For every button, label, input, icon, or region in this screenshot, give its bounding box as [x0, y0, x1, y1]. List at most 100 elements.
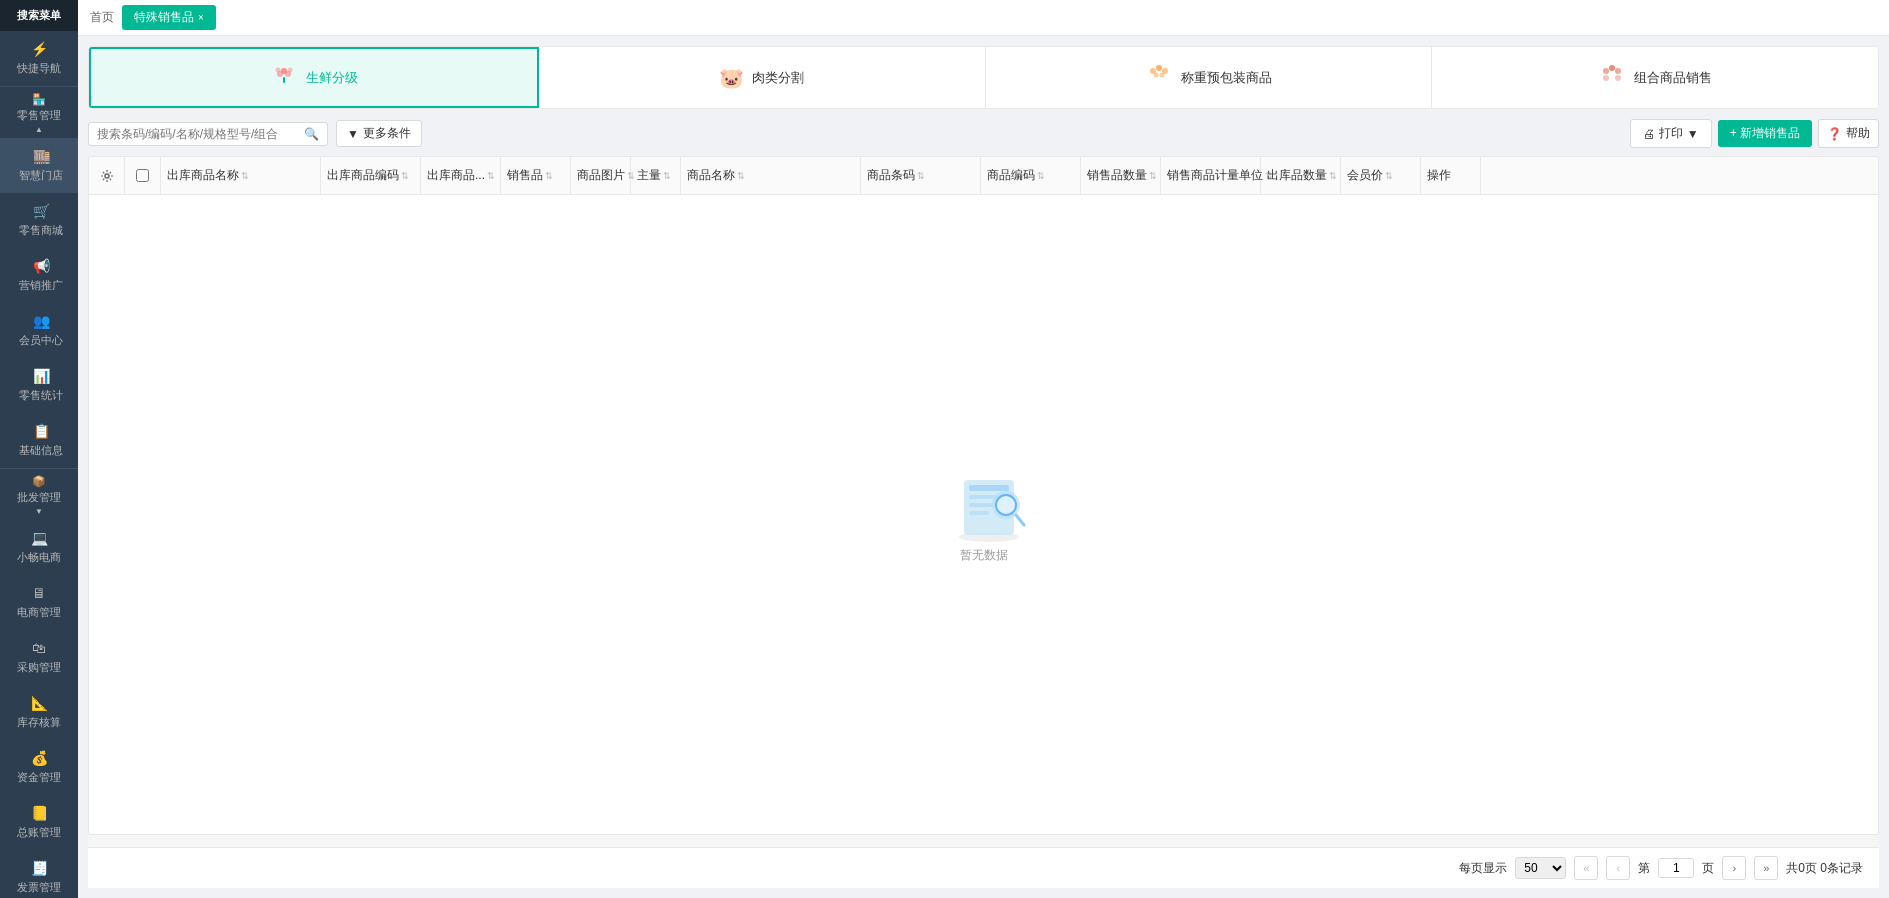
th-sale-item-label: 销售品 [507, 167, 543, 184]
th-unit[interactable]: 主量 ⇅ [631, 157, 681, 194]
sales-promo-icon: 📢 [33, 258, 50, 274]
sort-barcode[interactable]: ⇅ [917, 171, 925, 181]
combo-sales-icon [1598, 63, 1626, 92]
ecommerce-mgmt-icon: 🖥 [32, 585, 46, 601]
print-btn[interactable]: 🖨 打印 ▼ [1630, 119, 1712, 148]
new-btn[interactable]: + 新增销售品 [1718, 120, 1812, 147]
sidebar-item-invoice-mgmt[interactable]: 🧾 发票管理 [0, 850, 78, 898]
svg-point-16 [105, 174, 109, 178]
help-label: 帮助 [1846, 125, 1870, 142]
th-barcode[interactable]: 商品条码 ⇅ [861, 157, 981, 194]
page-input[interactable] [1658, 858, 1694, 878]
member-center-icon: 👥 [33, 313, 50, 329]
sidebar-item-wholesale-mgmt[interactable]: 📦 批发管理 ▼ [0, 468, 78, 520]
th-out-name[interactable]: 出库商品名称 ⇅ [161, 157, 321, 194]
sidebar-item-base-info[interactable]: 📋 基础信息 [0, 413, 78, 468]
sort-sale-item[interactable]: ⇅ [545, 171, 553, 181]
th-settings[interactable] [89, 157, 125, 194]
svg-point-13 [1615, 68, 1621, 74]
th-product-img[interactable]: 商品图片 ⇅ [571, 157, 631, 194]
sort-member-price[interactable]: ⇅ [1385, 171, 1393, 181]
svg-point-3 [275, 68, 280, 73]
active-tab[interactable]: 特殊销售品 × [122, 5, 216, 30]
sidebar-item-member-center[interactable]: 👥 会员中心 [0, 303, 78, 358]
sidebar-item-retail-mall[interactable]: 🛒 零售商城 [0, 193, 78, 248]
sort-out-spec[interactable]: ⇅ [487, 171, 495, 181]
th-checkbox[interactable] [125, 157, 161, 194]
tab-weight-package-label: 称重预包装商品 [1181, 69, 1272, 87]
search-input[interactable] [97, 127, 304, 141]
th-sale-unit[interactable]: 销售商品计量单位 ⇅ [1161, 157, 1261, 194]
svg-line-25 [1016, 515, 1024, 525]
quick-nav-icon: ⚡ [31, 41, 48, 57]
th-sale-qty[interactable]: 销售品数量 ⇅ [1081, 157, 1161, 194]
tab-fresh-grade[interactable]: 生鲜分级 [89, 47, 539, 108]
sort-product-name[interactable]: ⇅ [737, 171, 745, 181]
help-icon: ❓ [1827, 127, 1842, 141]
th-out-code-label: 出库商品编码 [327, 167, 399, 184]
sidebar-item-quick-nav[interactable]: ⚡ 快捷导航 [0, 31, 78, 86]
sidebar-item-ecommerce-mgmt[interactable]: 🖥 电商管理 [0, 575, 78, 630]
capital-mgmt-icon: 💰 [31, 750, 48, 766]
sidebar-item-mini-ecommerce[interactable]: 💻 小畅电商 [0, 520, 78, 575]
sidebar-item-sales-promo[interactable]: 📢 营销推广 [0, 248, 78, 303]
th-product-code[interactable]: 商品编码 ⇅ [981, 157, 1081, 194]
prev-page-btn[interactable]: ‹ [1606, 856, 1630, 880]
sidebar-logo[interactable]: 搜索菜单 [0, 0, 78, 31]
sidebar-label-invoice-mgmt: 发票管理 [17, 880, 61, 895]
retail-stats-icon: 📊 [33, 368, 50, 384]
sidebar-item-inventory-check[interactable]: 📐 库存核算 [0, 685, 78, 740]
tab-close-btn[interactable]: × [198, 12, 204, 23]
table-scroll-x[interactable] [88, 835, 1879, 847]
breadcrumb-home[interactable]: 首页 [90, 9, 114, 26]
search-icon[interactable]: 🔍 [304, 127, 319, 141]
last-page-btn[interactable]: » [1754, 856, 1778, 880]
sidebar-item-retail-stats[interactable]: 📊 零售统计 [0, 358, 78, 413]
tab-meat-cut[interactable]: 🐷 肉类分割 [539, 47, 986, 108]
help-btn[interactable]: ❓ 帮助 [1818, 119, 1879, 148]
sidebar-item-capital-mgmt[interactable]: 💰 资金管理 [0, 740, 78, 795]
first-page-btn[interactable]: « [1574, 856, 1598, 880]
sidebar-item-general-ledger[interactable]: 📒 总账管理 [0, 795, 78, 850]
th-product-name[interactable]: 商品名称 ⇅ [681, 157, 861, 194]
type-tabs: 生鲜分级 🐷 肉类分割 称重预包装商品 [88, 46, 1879, 109]
th-product-code-label: 商品编码 [987, 167, 1035, 184]
sort-out-name[interactable]: ⇅ [241, 171, 249, 181]
main-content: 首页 特殊销售品 × 生鲜分 [78, 0, 1889, 898]
th-out-spec[interactable]: 出库商品... ⇅ [421, 157, 501, 194]
tab-weight-package[interactable]: 称重预包装商品 [986, 47, 1433, 108]
filter-btn[interactable]: ▼ 更多条件 [336, 120, 422, 147]
sidebar-label-quick-nav: 快捷导航 [17, 61, 61, 76]
toolbar-left: 🔍 ▼ 更多条件 [88, 120, 422, 147]
svg-point-10 [1159, 73, 1164, 78]
search-box[interactable]: 🔍 [88, 122, 328, 146]
th-member-price[interactable]: 会员价 ⇅ [1341, 157, 1421, 194]
sort-out-code[interactable]: ⇅ [401, 171, 409, 181]
retail-mall-icon: 🛒 [33, 203, 50, 219]
sidebar-label-base-info: 基础信息 [19, 443, 63, 458]
sidebar-item-retail-mgmt[interactable]: 🏪 零售管理 ▲ [0, 86, 78, 138]
th-out-code[interactable]: 出库商品编码 ⇅ [321, 157, 421, 194]
tab-combo-sales[interactable]: 组合商品销售 [1432, 47, 1878, 108]
th-out-qty[interactable]: 出库品数量 ⇅ [1261, 157, 1341, 194]
print-arrow: ▼ [1687, 127, 1699, 141]
svg-point-11 [1603, 68, 1609, 74]
page-size-select[interactable]: 10 20 50 100 [1515, 857, 1566, 879]
sort-out-qty[interactable]: ⇅ [1329, 171, 1337, 181]
th-out-qty-label: 出库品数量 [1267, 167, 1327, 184]
sidebar-label-inventory-check: 库存核算 [17, 715, 61, 730]
sort-sale-qty[interactable]: ⇅ [1149, 171, 1157, 181]
wholesale-mgmt-icon: 📦 [32, 475, 46, 488]
sort-unit[interactable]: ⇅ [663, 171, 671, 181]
th-sale-item[interactable]: 销售品 ⇅ [501, 157, 571, 194]
next-page-btn[interactable]: › [1722, 856, 1746, 880]
page-label: 页 [1702, 860, 1714, 877]
sidebar-item-smart-store[interactable]: 🏬 智慧门店 [0, 138, 78, 193]
svg-point-15 [1615, 75, 1621, 81]
fresh-grade-icon [270, 63, 298, 92]
sort-product-code[interactable]: ⇅ [1037, 171, 1045, 181]
select-all-checkbox[interactable] [136, 169, 149, 182]
sidebar-item-purchase-mgmt[interactable]: 🛍 采购管理 [0, 630, 78, 685]
sidebar-label-mini-ecommerce: 小畅电商 [17, 550, 61, 565]
base-info-icon: 📋 [33, 423, 50, 439]
